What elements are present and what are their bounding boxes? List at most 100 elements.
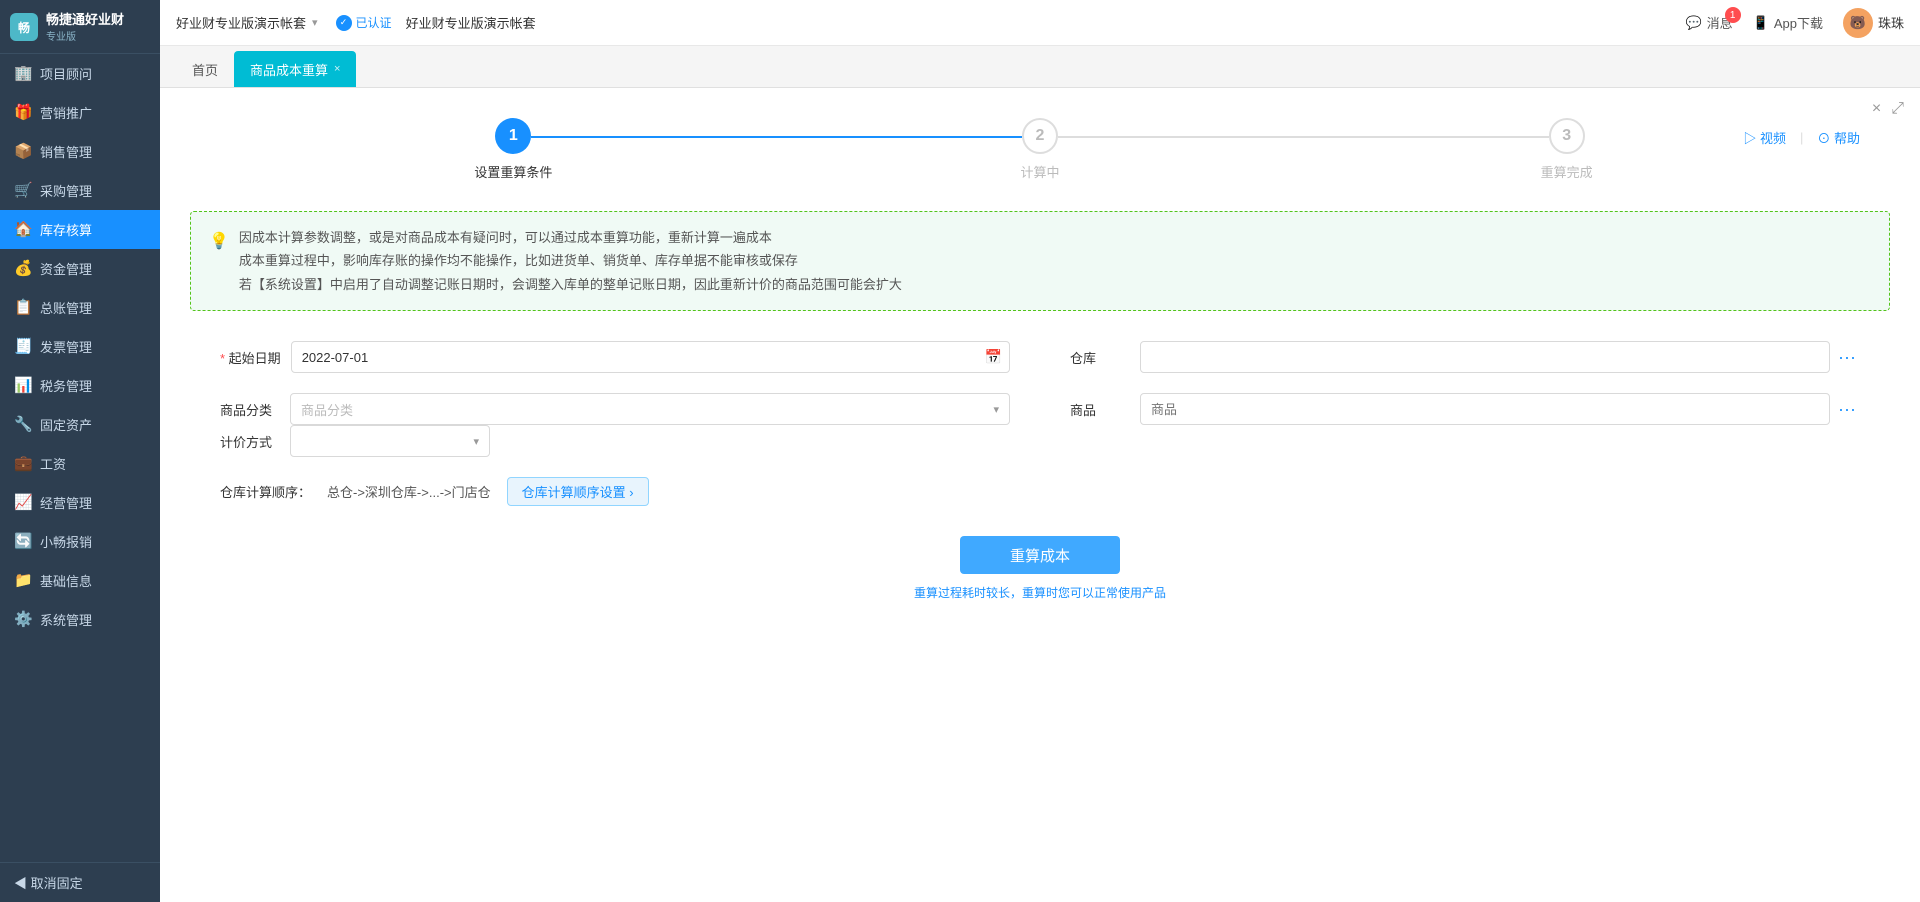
basic-icon: 📁 xyxy=(14,571,32,589)
info-line-2: 成本重算过程中，影响库存账的操作均不能操作，比如进货单、销货单、库存单据不能审核… xyxy=(239,249,902,272)
sidebar-item-accounting[interactable]: 📋 总账管理 xyxy=(0,288,160,327)
sidebar-item-system[interactable]: ⚙️ 系统管理 xyxy=(0,600,160,639)
warehouse-order-label: 仓库计算顺序： xyxy=(220,482,311,501)
app-edition: 专业版 xyxy=(46,28,124,43)
recalc-hint: 重算过程耗时较长，重算时您可以正常使用产品 xyxy=(914,584,1166,601)
app-download-button[interactable]: 📱 App下载 xyxy=(1753,13,1823,32)
app-title: 畅捷通好业财 xyxy=(46,12,124,28)
recalc-btn-label: 重算成本 xyxy=(1010,548,1070,565)
pricing-select[interactable]: ▾ xyxy=(290,425,490,457)
sidebar-item-operations[interactable]: 📈 经营管理 xyxy=(0,483,160,522)
verified-badge-area: ✓ 已认证 xyxy=(336,14,392,31)
sidebar-item-salary[interactable]: 💼 工资 xyxy=(0,444,160,483)
start-date-row: 起始日期 📅 xyxy=(220,341,1010,373)
user-name: 珠珠 xyxy=(1878,13,1904,32)
sidebar-item-invoice[interactable]: 🧾 发票管理 xyxy=(0,327,160,366)
app-logo-icon: 畅 xyxy=(10,13,38,41)
sidebar-item-basic-label: 基础信息 xyxy=(40,571,92,590)
tab-recalc-close[interactable]: × xyxy=(334,63,340,75)
info-box: 💡 因成本计算参数调整，或是对商品成本有疑问时，可以通过成本重算功能，重新计算一… xyxy=(190,211,1890,311)
sidebar-item-purchase-label: 采购管理 xyxy=(40,181,92,200)
notification-badge: 1 xyxy=(1725,7,1741,23)
sidebar-item-project[interactable]: 🏢 项目顾问 xyxy=(0,54,160,93)
stepper: 1 设置重算条件 2 计算中 3 重算完成 ▷ 视频 | ⊙ 帮助 xyxy=(190,118,1890,181)
sidebar-item-finance[interactable]: 💰 资金管理 xyxy=(0,249,160,288)
sidebar: 畅 畅捷通好业财 专业版 🏢 项目顾问 🎁 营销推广 📦 销售管理 🛒 采购管理… xyxy=(0,0,160,902)
content-area: × ⤢ 1 设置重算条件 2 计算中 3 重算完成 xyxy=(160,88,1920,902)
stepper-circle-3: 3 xyxy=(1549,118,1585,154)
account-selector[interactable]: 好业财专业版演示帐套 ▾ xyxy=(176,13,318,32)
video-link[interactable]: ▷ 视频 xyxy=(1743,128,1786,147)
form-grid: 起始日期 📅 仓库 ··· 商品分类 商品分类 ▾ xyxy=(220,341,1860,425)
warehouse-order-row: 仓库计算顺序： 总仓->深圳仓库->...->门店仓 仓库计算顺序设置 › xyxy=(220,477,1860,506)
tab-recalc[interactable]: 商品成本重算 × xyxy=(234,51,356,87)
message-button[interactable]: 💬 消息 1 xyxy=(1685,13,1732,32)
main-area: 好业财专业版演示帐套 ▾ ✓ 已认证 好业财专业版演示帐套 💬 消息 1 📱 A… xyxy=(160,0,1920,902)
sidebar-item-expense-label: 小畅报销 xyxy=(40,532,92,551)
start-date-input[interactable] xyxy=(291,341,1010,373)
start-date-input-wrapper: 📅 xyxy=(291,341,1010,373)
user-area[interactable]: 🐻 珠珠 xyxy=(1843,8,1904,38)
help-link[interactable]: ⊙ 帮助 xyxy=(1817,128,1860,147)
operations-icon: 📈 xyxy=(14,493,32,511)
invoice-icon: 🧾 xyxy=(14,337,32,355)
stepper-circle-2: 2 xyxy=(1022,118,1058,154)
goods-dots-btn[interactable]: ··· xyxy=(1834,399,1860,420)
category-select[interactable]: 商品分类 ▾ xyxy=(290,393,1010,425)
tab-home[interactable]: 首页 xyxy=(176,51,234,87)
purchase-icon: 🛒 xyxy=(14,181,32,199)
sidebar-item-invoice-label: 发票管理 xyxy=(40,337,92,356)
warehouse-order-value: 总仓->深圳仓库->...->门店仓 xyxy=(327,482,491,501)
verified-icon: ✓ xyxy=(336,15,352,31)
sidebar-footer: ◀ 取消固定 xyxy=(0,862,160,902)
expand-button[interactable]: ⤢ xyxy=(1891,100,1904,118)
info-content: 因成本计算参数调整，或是对商品成本有疑问时，可以通过成本重算功能，重新计算一遍成… xyxy=(239,226,902,296)
expense-icon: 🔄 xyxy=(14,532,32,550)
unpin-button[interactable]: ◀ 取消固定 xyxy=(0,863,160,902)
category-row: 商品分类 商品分类 ▾ xyxy=(220,393,1010,425)
phone-icon: 📱 xyxy=(1753,15,1769,31)
pricing-row: 计价方式 ▾ xyxy=(220,425,1860,457)
tab-home-label: 首页 xyxy=(192,60,218,79)
topbar: 好业财专业版演示帐套 ▾ ✓ 已认证 好业财专业版演示帐套 💬 消息 1 📱 A… xyxy=(160,0,1920,46)
goods-row: 商品 ··· xyxy=(1070,393,1860,425)
sidebar-item-inventory[interactable]: 🏠 库存核算 xyxy=(0,210,160,249)
sidebar-item-operations-label: 经营管理 xyxy=(40,493,92,512)
sidebar-item-purchase[interactable]: 🛒 采购管理 xyxy=(0,171,160,210)
sales-icon: 📦 xyxy=(14,142,32,160)
sidebar-item-basic[interactable]: 📁 基础信息 xyxy=(0,561,160,600)
avatar: 🐻 xyxy=(1843,8,1873,38)
category-label: 商品分类 xyxy=(220,400,280,419)
goods-input[interactable] xyxy=(1140,393,1830,425)
warehouse-label: 仓库 xyxy=(1070,348,1130,367)
sidebar-nav: 🏢 项目顾问 🎁 营销推广 📦 销售管理 🛒 采购管理 🏠 库存核算 💰 资金管… xyxy=(0,54,160,639)
stepper-label-2: 计算中 xyxy=(1021,162,1060,181)
sidebar-item-inventory-label: 库存核算 xyxy=(40,220,92,239)
warehouse-order-settings-button[interactable]: 仓库计算顺序设置 › xyxy=(507,477,649,506)
sidebar-item-assets[interactable]: 🔧 固定资产 xyxy=(0,405,160,444)
stepper-actions: ▷ 视频 | ⊙ 帮助 xyxy=(1743,128,1860,147)
sidebar-item-tax[interactable]: 📊 税务管理 xyxy=(0,366,160,405)
stepper-label-3: 重算完成 xyxy=(1541,162,1593,181)
sidebar-item-sales[interactable]: 📦 销售管理 xyxy=(0,132,160,171)
project-icon: 🏢 xyxy=(14,64,32,82)
recalc-button[interactable]: 重算成本 xyxy=(960,536,1120,574)
warehouse-input[interactable] xyxy=(1140,341,1830,373)
accounting-icon: 📋 xyxy=(14,298,32,316)
sidebar-item-sales-label: 销售管理 xyxy=(40,142,92,161)
stepper-label-1: 设置重算条件 xyxy=(474,162,552,181)
company-name: 好业财专业版演示帐套 xyxy=(406,13,536,32)
goods-label: 商品 xyxy=(1070,400,1130,419)
pricing-label: 计价方式 xyxy=(220,432,280,451)
sidebar-item-assets-label: 固定资产 xyxy=(40,415,92,434)
calendar-icon[interactable]: 📅 xyxy=(985,349,1002,366)
warehouse-order-btn-label: 仓库计算顺序设置 › xyxy=(522,482,634,501)
sidebar-item-marketing[interactable]: 🎁 营销推广 xyxy=(0,93,160,132)
close-button[interactable]: × xyxy=(1872,100,1881,118)
sidebar-item-expense[interactable]: 🔄 小畅报销 xyxy=(0,522,160,561)
warehouse-dots-btn[interactable]: ··· xyxy=(1834,347,1860,368)
account-dropdown-icon: ▾ xyxy=(312,16,318,29)
unpin-label: ◀ 取消固定 xyxy=(14,873,83,892)
pricing-dropdown-icon: ▾ xyxy=(473,435,479,448)
stepper-line-1 xyxy=(531,136,1022,138)
